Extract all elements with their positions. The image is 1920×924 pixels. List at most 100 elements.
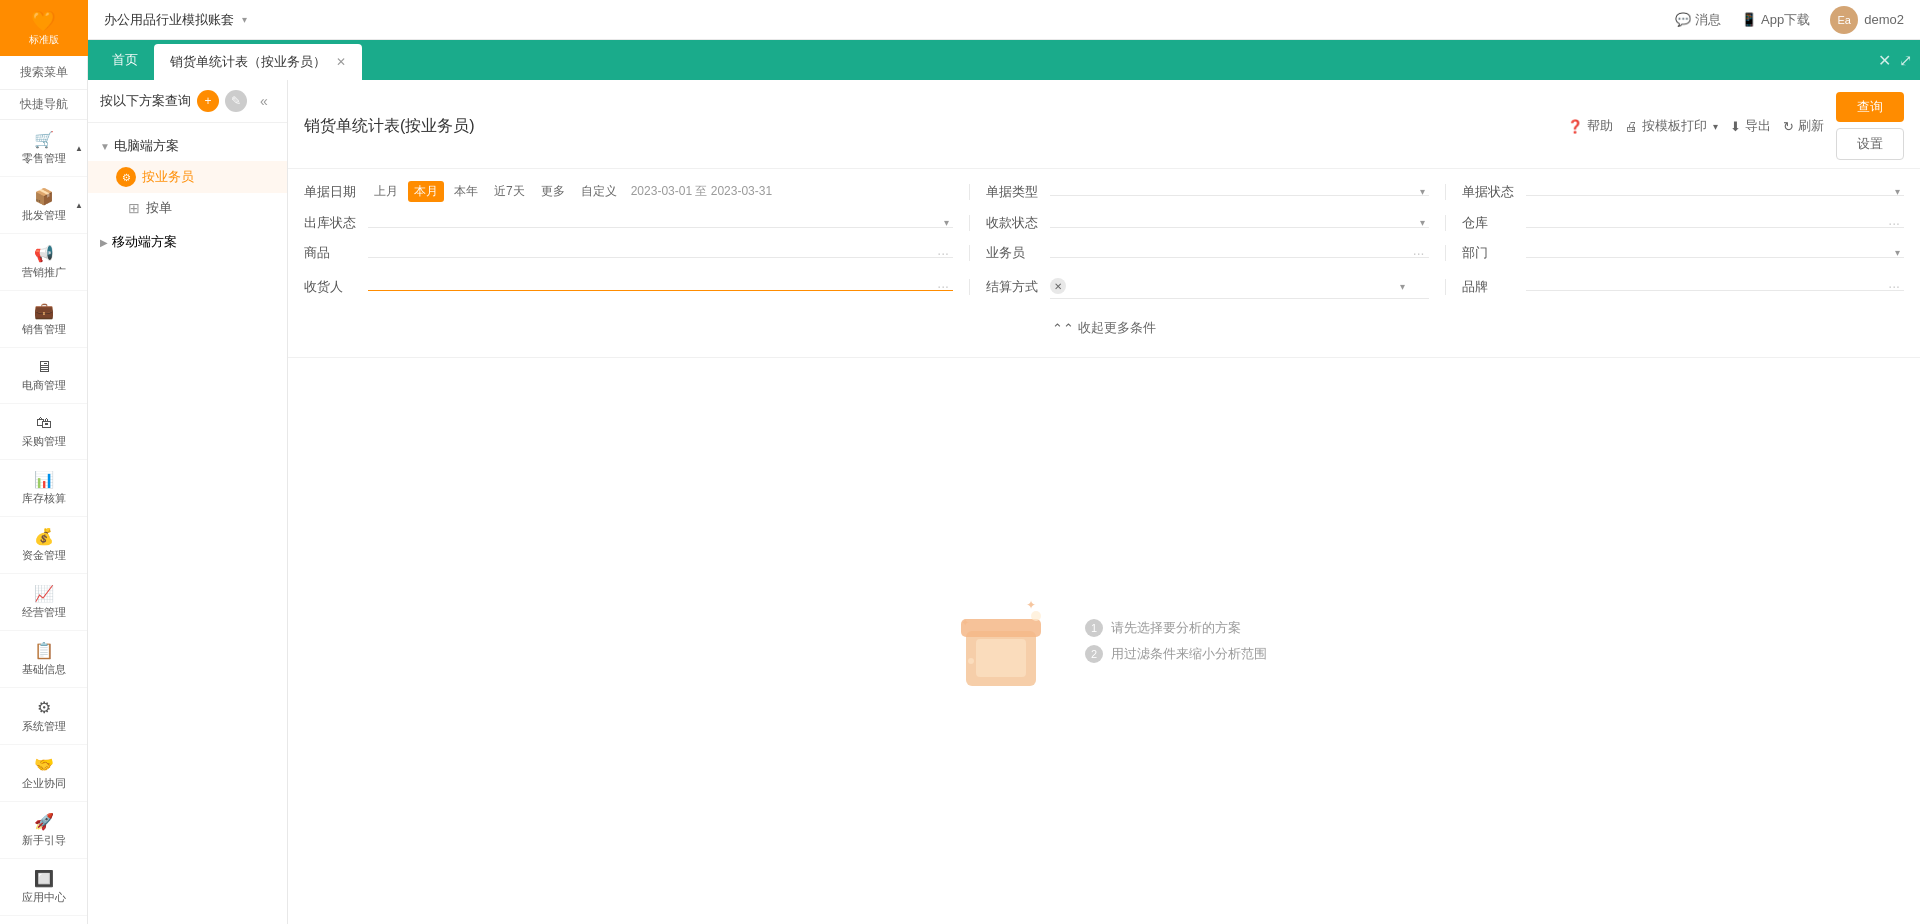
date-tab-this-year[interactable]: 本年 (448, 181, 484, 202)
topbar-dropdown-arrow[interactable]: ▾ (242, 14, 247, 25)
sep2 (1445, 184, 1446, 200)
payment-clear-btn[interactable]: ✕ (1050, 278, 1066, 294)
warehouse-control[interactable]: ··· (1526, 219, 1905, 228)
order-scheme-icon: ⊞ (128, 200, 140, 216)
recv-status-control[interactable]: ▾ (1050, 219, 1429, 228)
sidebar-item-marketing[interactable]: 📢 营销推广 (0, 234, 87, 291)
goods-control[interactable]: ··· (368, 249, 953, 258)
svg-point-4 (968, 658, 974, 664)
print-action[interactable]: 🖨 按模板打印 ▾ (1625, 117, 1718, 135)
sidebar-item-inventory[interactable]: 📊 库存核算 (0, 460, 87, 517)
out-status-control[interactable]: ▾ (368, 219, 953, 228)
sidebar-nav: 🛒 零售管理 📦 批发管理 📢 营销推广 💼 销售管理 🖥 电商管理 🛍 采购管… (0, 120, 87, 924)
receiver-control[interactable]: ··· (368, 282, 953, 291)
hint2-text: 用过滤条件来缩小分析范围 (1111, 645, 1267, 663)
filter-row-3: 商品 ··· 业务员 ··· 部门 (304, 244, 1904, 262)
filter-date: 单据日期 上月 本月 本年 近7天 更多 自定义 2023-03-01 至 20… (304, 181, 953, 202)
sidebar-search[interactable]: 搜索菜单 (0, 56, 87, 90)
tab-sales-stat-label: 销货单统计表（按业务员） (170, 53, 326, 71)
scheme-by-order[interactable]: ⊞ 按单 (88, 193, 287, 223)
salesperson-control[interactable]: ··· (1050, 249, 1429, 258)
pc-group-header[interactable]: ▼ 电脑端方案 (88, 131, 287, 161)
sidebar-item-ecommerce[interactable]: 🖥 电商管理 (0, 348, 87, 404)
close-tab-action[interactable]: ✕ (1878, 51, 1891, 70)
sidebar-quick-nav[interactable]: 快捷导航 (0, 90, 87, 120)
wholesale-icon: 📦 (34, 187, 54, 206)
message-label: 消息 (1695, 11, 1721, 29)
enterprise-icon: 🤝 (34, 755, 54, 774)
sidebar-item-finance[interactable]: 💰 资金管理 (0, 517, 87, 574)
page-title-bar: 销货单统计表(按业务员) ❓ 帮助 🖨 按模板打印 ▾ ⬇ 导出 (288, 80, 1920, 169)
avatar: Ea (1830, 6, 1858, 34)
sidebar-item-appstore[interactable]: 🔲 应用中心 (0, 859, 87, 916)
user-profile[interactable]: Ea demo2 (1830, 6, 1904, 34)
refresh-action[interactable]: ↻ 刷新 (1783, 117, 1824, 135)
receiver-label: 收货人 (304, 278, 360, 296)
svg-rect-1 (961, 619, 1041, 637)
export-action[interactable]: ⬇ 导出 (1730, 117, 1771, 135)
date-tab-this-month[interactable]: 本月 (408, 181, 444, 202)
empty-state: ✦ ✦ 1 请先选择要分析的方案 2 用过滤条件来缩小分析范围 (288, 358, 1920, 924)
collapse-more-bar[interactable]: ⌃⌃ 收起更多条件 (304, 311, 1904, 345)
brand-control[interactable]: ··· (1526, 282, 1905, 291)
sidebar: 🧡 标准版 搜索菜单 快捷导航 🛒 零售管理 📦 批发管理 📢 营销推广 💼 销… (0, 0, 88, 924)
date-tab-last7[interactable]: 近7天 (488, 181, 531, 202)
scheme-by-salesperson[interactable]: ⚙ 按业务员 (88, 161, 287, 193)
tab-home[interactable]: 首页 (96, 44, 154, 76)
payment-arrow: ▾ (1400, 281, 1405, 292)
salesperson-label: 业务员 (986, 244, 1042, 262)
topbar-title: 办公用品行业模拟账套 (104, 11, 234, 29)
date-filter: 上月 本月 本年 近7天 更多 自定义 2023-03-01 至 2023-03… (368, 181, 953, 202)
sidebar-logo[interactable]: 🧡 标准版 (0, 0, 88, 56)
print-label: 按模板打印 (1642, 117, 1707, 135)
export-label: 导出 (1745, 117, 1771, 135)
sidebar-item-retail[interactable]: 🛒 零售管理 (0, 120, 87, 177)
goods-label: 商品 (304, 244, 360, 262)
pc-scheme-group: ▼ 电脑端方案 ⚙ 按业务员 ⊞ 按单 (88, 131, 287, 223)
empty-svg: ✦ ✦ (941, 581, 1061, 701)
filter-salesperson: 业务员 ··· (986, 244, 1429, 262)
message-icon: 💬 (1675, 12, 1691, 27)
doc-type-control[interactable]: ▾ (1050, 187, 1429, 196)
app-download-icon: 📱 (1741, 12, 1757, 27)
add-scheme-btn[interactable]: + (197, 90, 219, 112)
date-tab-custom[interactable]: 自定义 (575, 181, 623, 202)
hint1-text: 请先选择要分析的方案 (1111, 619, 1241, 637)
dept-control[interactable]: ▾ (1526, 249, 1905, 258)
sidebar-item-enterprise[interactable]: 🤝 企业协同 (0, 745, 87, 802)
tab-close-btn[interactable]: ✕ (336, 55, 346, 69)
refresh-label: 刷新 (1798, 117, 1824, 135)
help-action[interactable]: ❓ 帮助 (1567, 117, 1613, 135)
query-button[interactable]: 查询 (1836, 92, 1904, 122)
payment-control[interactable]: ✕ ▾ (1050, 274, 1429, 299)
empty-hint-1: 1 请先选择要分析的方案 (1085, 619, 1267, 637)
message-action[interactable]: 💬 消息 (1675, 11, 1721, 29)
date-tab-more[interactable]: 更多 (535, 181, 571, 202)
scheme-tree: ▼ 电脑端方案 ⚙ 按业务员 ⊞ 按单 ▶ 移动端方案 (88, 123, 287, 265)
doc-type-arrow: ▾ (1420, 186, 1425, 197)
tab-sales-stat[interactable]: 销货单统计表（按业务员） ✕ (154, 44, 362, 80)
sidebar-item-system[interactable]: ⚙ 系统管理 (0, 688, 87, 745)
goods-dots: ··· (937, 245, 949, 261)
doc-status-control[interactable]: ▾ (1526, 187, 1905, 196)
empty-hint-2: 2 用过滤条件来缩小分析范围 (1085, 645, 1267, 663)
svg-text:✦: ✦ (1026, 598, 1036, 612)
edit-scheme-btn[interactable]: ✎ (225, 90, 247, 112)
sidebar-item-sales[interactable]: 💼 销售管理 (0, 291, 87, 348)
collapse-panel-btn[interactable]: « (253, 90, 275, 112)
sidebar-item-purchase[interactable]: 🛍 采购管理 (0, 404, 87, 460)
sidebar-item-wholesale[interactable]: 📦 批发管理 (0, 177, 87, 234)
expand-tab-action[interactable]: ⤢ (1899, 51, 1912, 70)
sidebar-item-basic[interactable]: 📋 基础信息 (0, 631, 87, 688)
sidebar-item-newbie[interactable]: 🚀 新手引导 (0, 802, 87, 859)
out-status-label: 出库状态 (304, 214, 360, 232)
wholesale-label: 批发管理 (22, 208, 66, 223)
app-download-action[interactable]: 📱 App下载 (1741, 11, 1810, 29)
avatar-text: Ea (1838, 14, 1851, 26)
date-tab-last-month[interactable]: 上月 (368, 181, 404, 202)
settings-button[interactable]: 设置 (1836, 128, 1904, 160)
sidebar-item-operations[interactable]: 📈 经营管理 (0, 574, 87, 631)
sidebar-item-wechat[interactable]: 💬 企业微信 (0, 916, 87, 924)
empty-text: 1 请先选择要分析的方案 2 用过滤条件来缩小分析范围 (1085, 619, 1267, 663)
mobile-group-header[interactable]: ▶ 移动端方案 (88, 227, 287, 257)
